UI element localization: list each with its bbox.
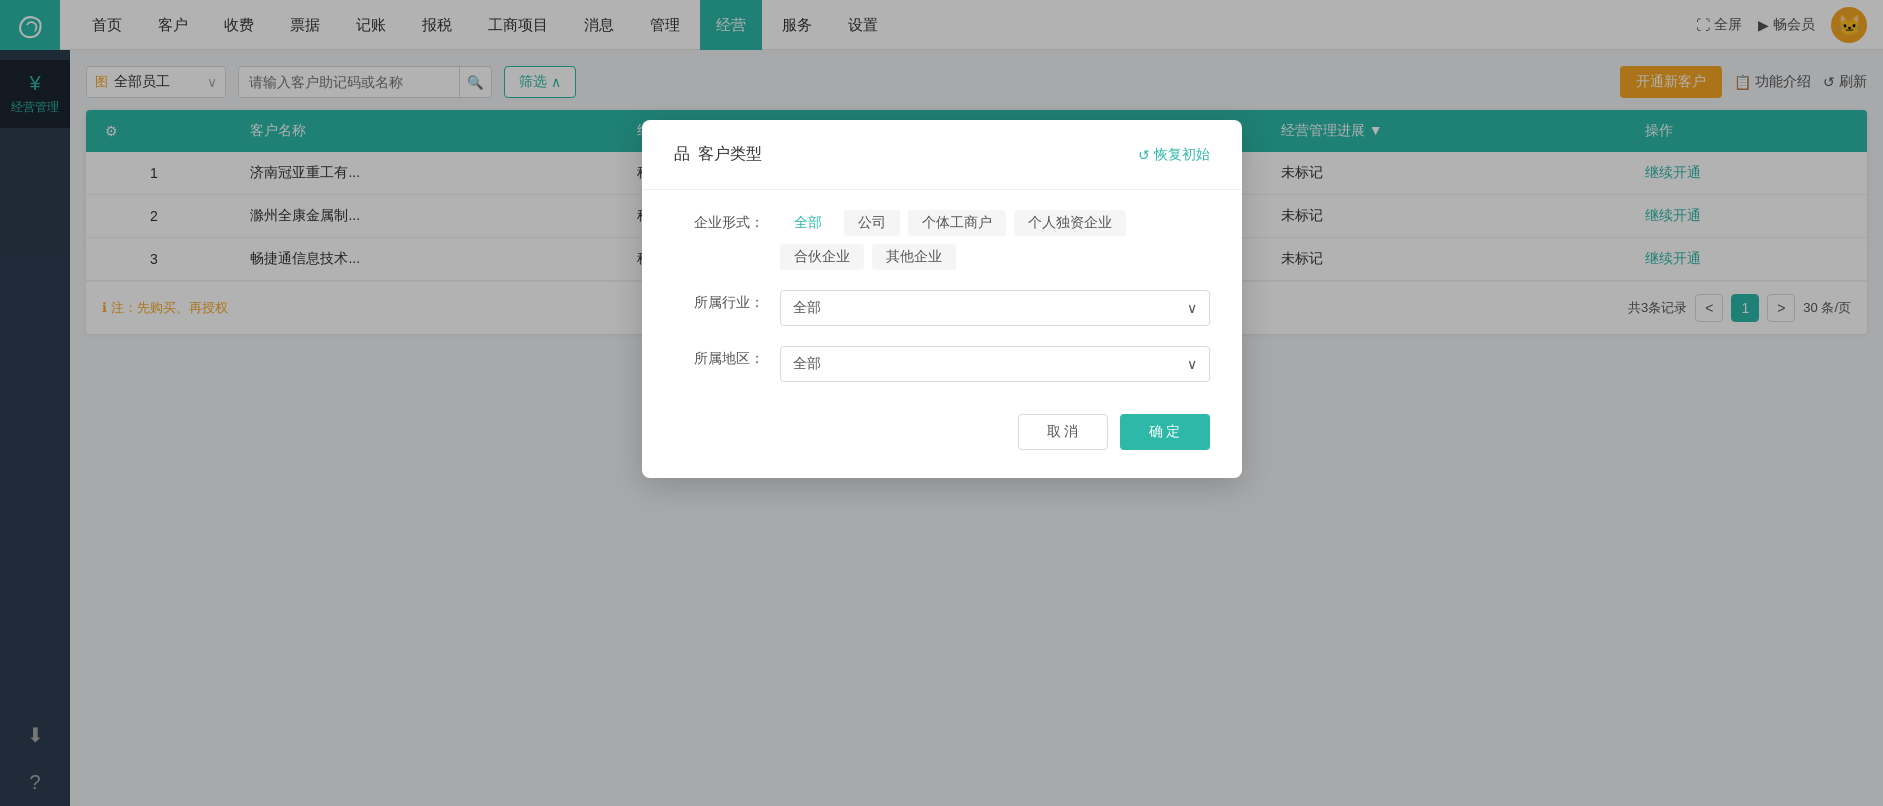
- modal-overlay: 品 客户类型 ↺ 恢复初始 企业形式： 全部 公司 个体工商户 个人独资企业 合…: [0, 0, 1883, 806]
- industry-value: 全部: [793, 299, 821, 317]
- modal-title-icon: 品: [674, 144, 690, 165]
- industry-row: 所属行业： 全部 ∨: [674, 290, 1210, 326]
- modal-title-text: 客户类型: [698, 144, 762, 165]
- option-company[interactable]: 公司: [844, 210, 900, 236]
- enterprise-form-row: 企业形式： 全部 公司 个体工商户 个人独资企业 合伙企业 其他企业: [674, 210, 1210, 270]
- option-sole[interactable]: 个人独资企业: [1014, 210, 1126, 236]
- modal-footer: 取 消 确 定: [674, 414, 1210, 450]
- region-row: 所属地区： 全部 ∨: [674, 346, 1210, 382]
- option-individual[interactable]: 个体工商户: [908, 210, 1006, 236]
- option-all[interactable]: 全部: [780, 210, 836, 236]
- modal-header: 品 客户类型 ↺ 恢复初始: [674, 144, 1210, 165]
- industry-chevron-icon: ∨: [1187, 300, 1197, 316]
- region-chevron-icon: ∨: [1187, 356, 1197, 372]
- region-value: 全部: [793, 355, 821, 373]
- modal-reset-button[interactable]: ↺ 恢复初始: [1138, 146, 1210, 164]
- enterprise-form-options: 全部 公司 个体工商户 个人独资企业 合伙企业 其他企业: [780, 210, 1210, 270]
- confirm-button[interactable]: 确 定: [1120, 414, 1210, 450]
- cancel-button[interactable]: 取 消: [1018, 414, 1108, 450]
- reset-label: 恢复初始: [1154, 146, 1210, 164]
- region-select-wrap: 全部 ∨: [780, 346, 1210, 382]
- reset-icon: ↺: [1138, 147, 1150, 163]
- region-select[interactable]: 全部 ∨: [780, 346, 1210, 382]
- modal-title: 品 客户类型: [674, 144, 762, 165]
- option-partnership[interactable]: 合伙企业: [780, 244, 864, 270]
- industry-select[interactable]: 全部 ∨: [780, 290, 1210, 326]
- enterprise-form-label: 企业形式：: [674, 210, 764, 232]
- modal-divider: [642, 189, 1242, 190]
- option-other[interactable]: 其他企业: [872, 244, 956, 270]
- region-label: 所属地区：: [674, 346, 764, 368]
- filter-modal: 品 客户类型 ↺ 恢复初始 企业形式： 全部 公司 个体工商户 个人独资企业 合…: [642, 120, 1242, 478]
- industry-label: 所属行业：: [674, 290, 764, 312]
- industry-select-wrap: 全部 ∨: [780, 290, 1210, 326]
